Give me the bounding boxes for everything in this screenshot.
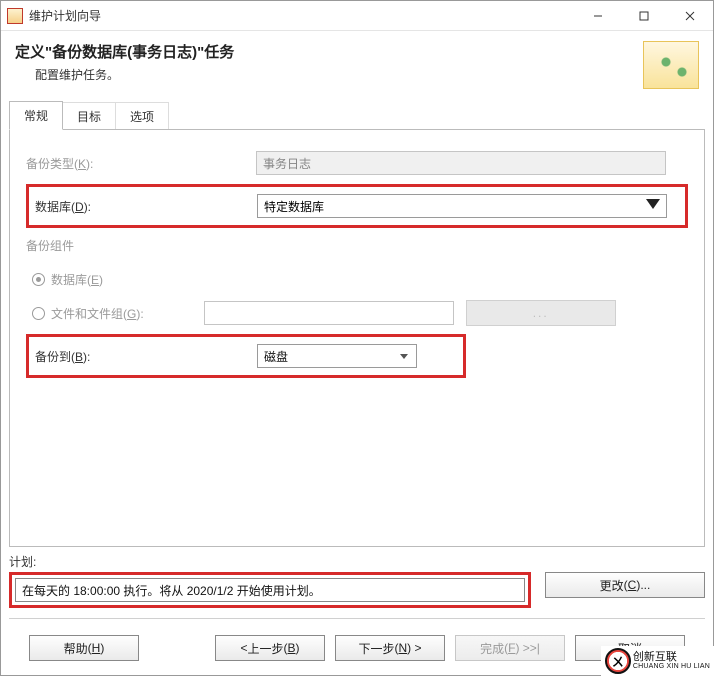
label-backup-type: 备份类型(K):	[26, 155, 256, 172]
page-subtitle: 配置维护任务。	[35, 66, 643, 83]
tab-destination[interactable]: 目标	[62, 102, 116, 130]
chevron-down-icon	[396, 348, 412, 364]
change-schedule-button[interactable]: 更改(C)...	[545, 572, 705, 598]
radio-icon	[32, 307, 45, 320]
tab-options[interactable]: 选项	[115, 102, 169, 130]
label-schedule: 计划:	[9, 553, 705, 570]
highlight-backup-to-row: 备份到(B): 磁盘	[26, 334, 466, 378]
input-files	[204, 301, 454, 325]
chevron-down-icon	[646, 199, 660, 209]
radio-database: 数据库(E)	[32, 271, 103, 288]
highlight-schedule: 在每天的 18:00:00 执行。将从 2020/1/2 开始使用计划。	[9, 572, 531, 608]
select-database[interactable]: 特定数据库	[257, 194, 667, 218]
watermark: ㄨ 创新互联 CHUANG XIN HU LIAN	[601, 646, 714, 676]
browse-files-button: ...	[466, 300, 616, 326]
tab-strip: 常规 目标 选项	[9, 101, 705, 130]
label-database: 数据库(D):	[35, 198, 257, 215]
wizard-icon	[643, 41, 699, 89]
radio-files: 文件和文件组(G):	[32, 305, 144, 322]
close-button[interactable]	[667, 1, 713, 30]
tab-content-general: 备份类型(K): 事务日志 数据库(D): 特定数据库	[9, 129, 705, 547]
minimize-button[interactable]	[575, 1, 621, 30]
watermark-logo-icon: ㄨ	[605, 648, 631, 674]
radio-icon	[32, 273, 45, 286]
help-button[interactable]: 帮助(H)	[29, 635, 139, 661]
schedule-text: 在每天的 18:00:00 执行。将从 2020/1/2 开始使用计划。	[22, 582, 321, 599]
select-backup-to-value: 磁盘	[264, 348, 288, 365]
input-schedule[interactable]: 在每天的 18:00:00 执行。将从 2020/1/2 开始使用计划。	[15, 578, 525, 602]
next-button[interactable]: 下一步(N) >	[335, 635, 445, 661]
select-backup-to[interactable]: 磁盘	[257, 344, 417, 368]
finish-button: 完成(F) >>|	[455, 635, 565, 661]
watermark-text-1: 创新互联	[633, 651, 710, 663]
app-icon	[7, 8, 23, 24]
label-backup-to: 备份到(B):	[35, 348, 257, 365]
label-backup-component: 备份组件	[26, 237, 256, 254]
select-backup-type-value: 事务日志	[263, 155, 311, 172]
separator	[9, 618, 705, 619]
window-title: 维护计划向导	[29, 7, 101, 24]
maximize-button[interactable]	[621, 1, 667, 30]
page-header: 定义"备份数据库(事务日志)"任务 配置维护任务。	[1, 31, 713, 95]
select-backup-type: 事务日志	[256, 151, 666, 175]
page-title: 定义"备份数据库(事务日志)"任务	[15, 41, 643, 62]
select-database-value: 特定数据库	[264, 198, 324, 215]
radio-files-label: 文件和文件组(G):	[51, 305, 144, 322]
radio-database-label: 数据库(E)	[51, 271, 103, 288]
back-button[interactable]: < 上一步(B)	[215, 635, 325, 661]
highlight-database-row: 数据库(D): 特定数据库	[26, 184, 688, 228]
watermark-text-2: CHUANG XIN HU LIAN	[633, 663, 710, 671]
tab-general[interactable]: 常规	[9, 101, 63, 130]
